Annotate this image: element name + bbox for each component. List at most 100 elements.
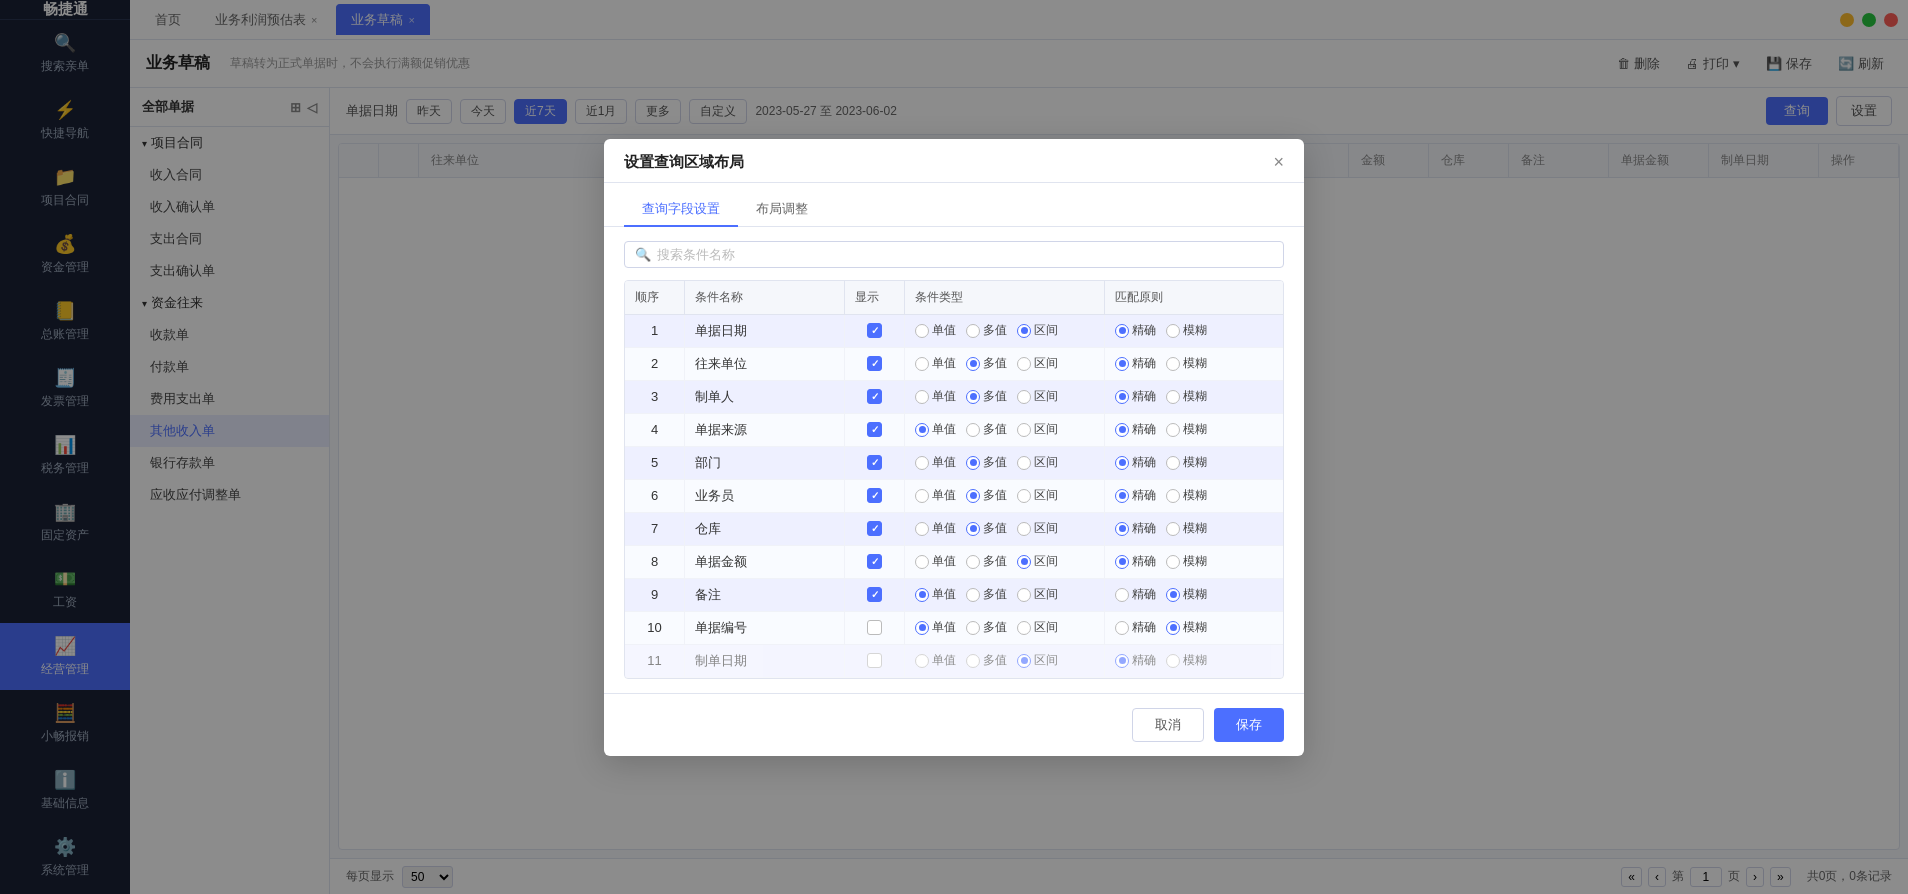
row-order: 4 <box>625 414 685 446</box>
match-precise[interactable]: 精确 <box>1115 652 1156 669</box>
cancel-button[interactable]: 取消 <box>1132 708 1204 742</box>
row-type: 单值 多值 区间 <box>905 579 1105 611</box>
match-fuzzy[interactable]: 模糊 <box>1166 487 1207 504</box>
row-show[interactable] <box>845 348 905 380</box>
show-checkbox[interactable] <box>867 587 882 602</box>
match-fuzzy[interactable]: 模糊 <box>1166 454 1207 471</box>
type-multi[interactable]: 多值 <box>966 553 1007 570</box>
row-show[interactable] <box>845 579 905 611</box>
show-checkbox[interactable] <box>867 323 882 338</box>
row-show[interactable] <box>845 414 905 446</box>
type-single[interactable]: 单值 <box>915 487 956 504</box>
type-range[interactable]: 区间 <box>1017 652 1058 669</box>
match-fuzzy[interactable]: 模糊 <box>1166 421 1207 438</box>
row-name: 单据日期 <box>685 315 845 347</box>
modal-save-button[interactable]: 保存 <box>1214 708 1284 742</box>
match-precise[interactable]: 精确 <box>1115 322 1156 339</box>
row-match: 精确 模糊 <box>1105 315 1284 347</box>
st-header: 顺序 条件名称 显示 条件类型 匹配原则 <box>625 281 1283 315</box>
type-multi[interactable]: 多值 <box>966 355 1007 372</box>
match-precise[interactable]: 精确 <box>1115 520 1156 537</box>
type-single[interactable]: 单值 <box>915 322 956 339</box>
show-checkbox[interactable] <box>867 620 882 635</box>
row-name: 制单人 <box>685 381 845 413</box>
type-multi[interactable]: 多值 <box>966 454 1007 471</box>
type-range[interactable]: 区间 <box>1017 322 1058 339</box>
match-precise[interactable]: 精确 <box>1115 388 1156 405</box>
type-range[interactable]: 区间 <box>1017 619 1058 636</box>
type-multi[interactable]: 多值 <box>966 619 1007 636</box>
type-single[interactable]: 单值 <box>915 454 956 471</box>
show-checkbox[interactable] <box>867 389 882 404</box>
row-type: 单值 多值 区间 <box>905 315 1105 347</box>
modal-tab-query[interactable]: 查询字段设置 <box>624 193 738 227</box>
match-precise[interactable]: 精确 <box>1115 586 1156 603</box>
show-checkbox[interactable] <box>867 488 882 503</box>
modal-tab-layout[interactable]: 布局调整 <box>738 193 826 227</box>
table-row: 6 业务员 单值 多值 区间 <box>625 480 1283 513</box>
th-order: 顺序 <box>625 281 685 314</box>
type-single[interactable]: 单值 <box>915 520 956 537</box>
match-precise[interactable]: 精确 <box>1115 619 1156 636</box>
match-precise[interactable]: 精确 <box>1115 355 1156 372</box>
row-name: 仓库 <box>685 513 845 545</box>
modal-close-button[interactable]: × <box>1273 153 1284 171</box>
type-multi[interactable]: 多值 <box>966 322 1007 339</box>
type-single[interactable]: 单值 <box>915 388 956 405</box>
radio-multi <box>966 621 980 635</box>
row-order: 9 <box>625 579 685 611</box>
th-ctype: 条件类型 <box>905 281 1105 314</box>
type-multi[interactable]: 多值 <box>966 586 1007 603</box>
match-fuzzy[interactable]: 模糊 <box>1166 553 1207 570</box>
type-range[interactable]: 区间 <box>1017 520 1058 537</box>
type-single[interactable]: 单值 <box>915 421 956 438</box>
match-fuzzy[interactable]: 模糊 <box>1166 520 1207 537</box>
match-precise[interactable]: 精确 <box>1115 454 1156 471</box>
show-checkbox[interactable] <box>867 521 882 536</box>
type-single[interactable]: 单值 <box>915 553 956 570</box>
row-show[interactable] <box>845 645 905 677</box>
show-checkbox[interactable] <box>867 422 882 437</box>
match-precise[interactable]: 精确 <box>1115 487 1156 504</box>
row-show[interactable] <box>845 612 905 644</box>
type-single[interactable]: 单值 <box>915 652 956 669</box>
type-range[interactable]: 区间 <box>1017 553 1058 570</box>
type-multi[interactable]: 多值 <box>966 520 1007 537</box>
match-fuzzy[interactable]: 模糊 <box>1166 355 1207 372</box>
type-multi[interactable]: 多值 <box>966 421 1007 438</box>
type-multi[interactable]: 多值 <box>966 487 1007 504</box>
type-range[interactable]: 区间 <box>1017 487 1058 504</box>
row-show[interactable] <box>845 546 905 578</box>
row-show[interactable] <box>845 315 905 347</box>
type-range[interactable]: 区间 <box>1017 586 1058 603</box>
row-show[interactable] <box>845 447 905 479</box>
radio-multi <box>966 423 980 437</box>
radio-multi <box>966 489 980 503</box>
type-single[interactable]: 单值 <box>915 619 956 636</box>
match-fuzzy[interactable]: 模糊 <box>1166 322 1207 339</box>
row-order: 2 <box>625 348 685 380</box>
match-fuzzy[interactable]: 模糊 <box>1166 388 1207 405</box>
match-fuzzy[interactable]: 模糊 <box>1166 652 1207 669</box>
show-checkbox[interactable] <box>867 356 882 371</box>
show-checkbox[interactable] <box>867 554 882 569</box>
row-show[interactable] <box>845 513 905 545</box>
row-show[interactable] <box>845 480 905 512</box>
show-checkbox[interactable] <box>867 455 882 470</box>
type-single[interactable]: 单值 <box>915 586 956 603</box>
type-multi[interactable]: 多值 <box>966 652 1007 669</box>
radio-range <box>1017 456 1031 470</box>
match-fuzzy[interactable]: 模糊 <box>1166 586 1207 603</box>
type-range[interactable]: 区间 <box>1017 388 1058 405</box>
modal-search-input[interactable] <box>657 247 1273 262</box>
match-fuzzy[interactable]: 模糊 <box>1166 619 1207 636</box>
type-range[interactable]: 区间 <box>1017 355 1058 372</box>
match-precise[interactable]: 精确 <box>1115 553 1156 570</box>
type-range[interactable]: 区间 <box>1017 454 1058 471</box>
type-single[interactable]: 单值 <box>915 355 956 372</box>
match-precise[interactable]: 精确 <box>1115 421 1156 438</box>
type-range[interactable]: 区间 <box>1017 421 1058 438</box>
show-checkbox[interactable] <box>867 653 882 668</box>
row-show[interactable] <box>845 381 905 413</box>
type-multi[interactable]: 多值 <box>966 388 1007 405</box>
